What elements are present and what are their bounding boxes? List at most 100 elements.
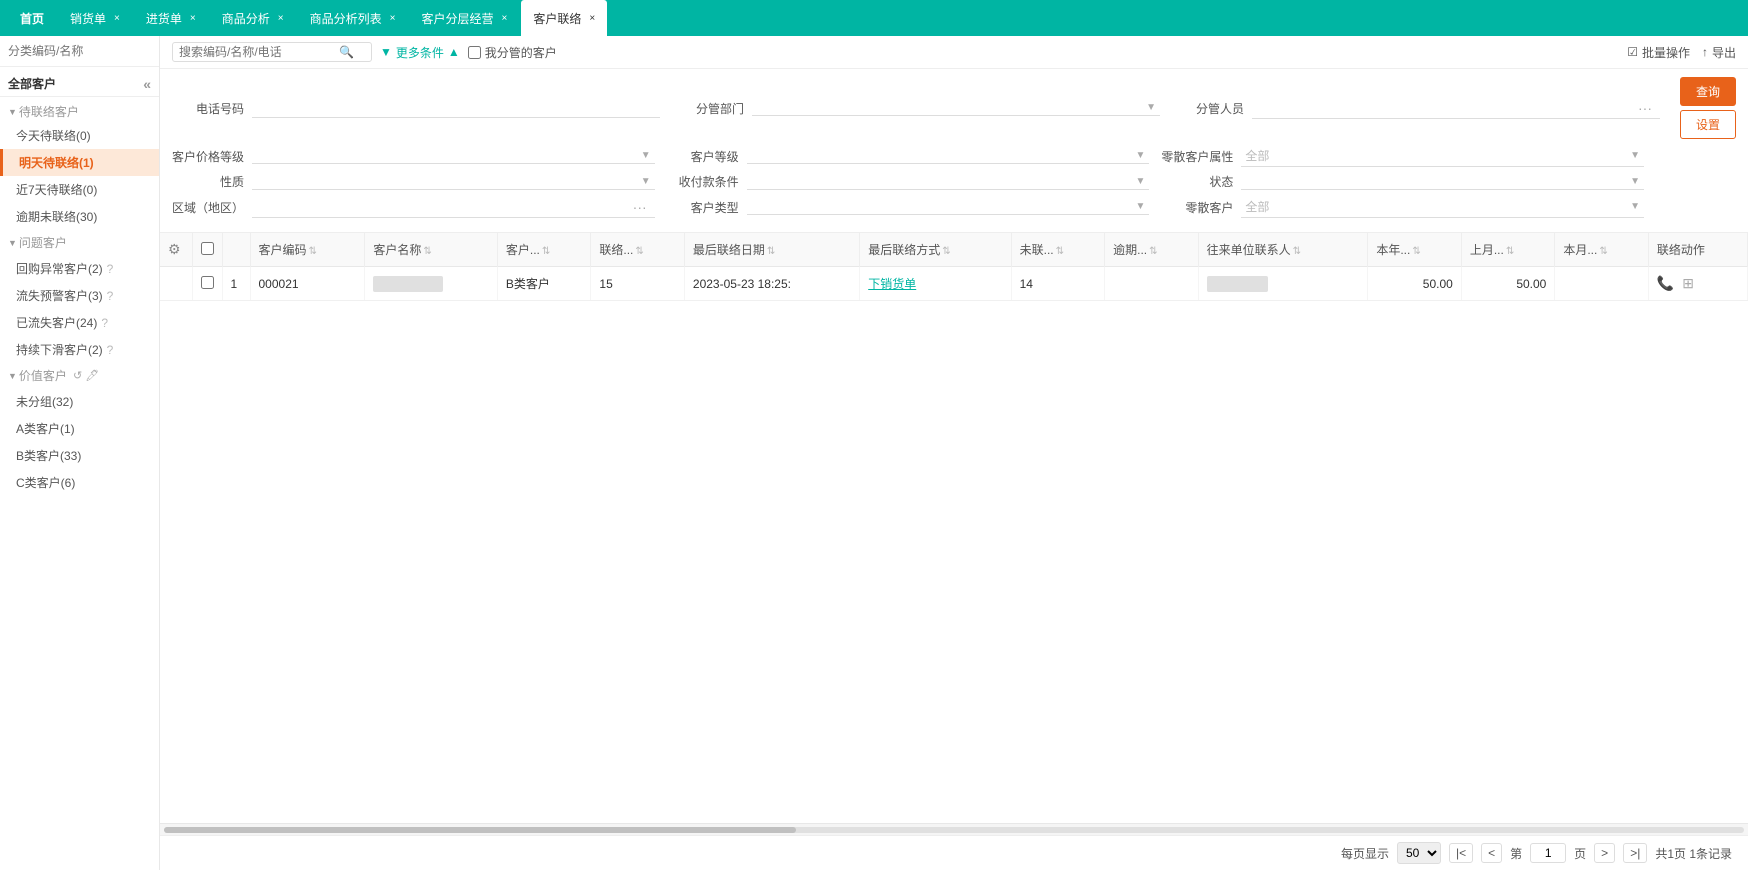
scrollbar-track[interactable] (164, 827, 1744, 833)
td-unit-contact: ███ (1198, 267, 1368, 301)
nav-product-analysis-list[interactable]: 商品分析列表 × (298, 0, 408, 36)
close-customer-contact-icon[interactable]: × (589, 13, 595, 24)
phone-field: 电话号码 (172, 99, 660, 118)
person-select[interactable]: ··· (1252, 98, 1660, 119)
page-input[interactable] (1530, 843, 1566, 863)
payment-select[interactable]: ▼ (747, 174, 1150, 190)
close-product-analysis-list-icon[interactable]: × (390, 13, 396, 24)
person-dots-icon[interactable]: ··· (1634, 100, 1656, 116)
horizontal-scrollbar[interactable] (160, 823, 1748, 835)
close-product-analysis-icon[interactable]: × (278, 13, 284, 24)
close-sales-order-icon[interactable]: × (114, 13, 120, 24)
th-customer-code[interactable]: 客户编码⇅ (250, 233, 365, 267)
per-page-select[interactable]: 50 (1397, 842, 1441, 864)
scrollbar-thumb[interactable] (164, 827, 796, 833)
my-customers-checkbox[interactable] (468, 46, 481, 59)
nav-purchase-order[interactable]: 进货单 × (134, 0, 208, 36)
nav-product-analysis[interactable]: 商品分析 × (210, 0, 296, 36)
sidebar-item-class-b[interactable]: B类客户(33) (0, 442, 159, 469)
value-level-chevron-icon: ▼ (641, 150, 651, 161)
th-unit-contact[interactable]: 往来单位联系人⇅ (1198, 233, 1368, 267)
footer: 每页显示 50 |< < 第 页 > >| 共1页 1条记录 (160, 835, 1748, 870)
nav-home[interactable]: 首页 (8, 0, 56, 36)
sort-unit-contact-icon: ⇅ (1293, 246, 1301, 257)
batch-ops-btn[interactable]: ☑ 批量操作 (1627, 44, 1690, 61)
td-index: 1 (222, 267, 250, 301)
th-last-contact-date[interactable]: 最后联络日期⇅ (684, 233, 859, 267)
all-customers-label: 全部客户 (8, 75, 56, 92)
nav-customer-contact[interactable]: 客户联络 × (521, 0, 607, 36)
sidebar-item-7days-pending[interactable]: 近7天待联络(0) (0, 176, 159, 203)
retail-customer-select[interactable]: 全部 ▼ (1241, 196, 1644, 218)
grid-action-icon[interactable]: ⊞ (1682, 275, 1694, 292)
phone-action-icon[interactable]: 📞 (1657, 275, 1674, 292)
sort-overdue-icon: ⇅ (1149, 246, 1157, 257)
sidebar-item-today-pending[interactable]: 今天待联络(0) (0, 122, 159, 149)
sidebar-search-input[interactable] (8, 44, 160, 58)
last-page-btn[interactable]: >| (1623, 843, 1647, 863)
sidebar-item-class-a[interactable]: A类客户(1) (0, 415, 159, 442)
nature-select[interactable]: ▼ (252, 174, 655, 190)
gear-icon[interactable]: ⚙ (168, 241, 181, 257)
th-no-contact[interactable]: 未联...⇅ (1011, 233, 1105, 267)
prev-page-btn[interactable]: < (1481, 843, 1502, 863)
sidebar-item-overdue[interactable]: 逾期未联络(30) (0, 203, 159, 230)
region-dots-icon[interactable]: ··· (629, 199, 651, 215)
th-last-contact-method[interactable]: 最后联络方式⇅ (860, 233, 1011, 267)
value-level-select[interactable]: ▼ (252, 148, 655, 164)
td-last-contact-method[interactable]: 下销货单 (860, 267, 1011, 301)
main-search-input[interactable] (179, 45, 339, 59)
query-button[interactable]: 查询 (1680, 77, 1736, 106)
status-select[interactable]: ▼ (1241, 174, 1644, 190)
nav-sales-order[interactable]: 销货单 × (58, 0, 132, 36)
th-last-month[interactable]: 上月...⇅ (1461, 233, 1555, 267)
content-area: 🔍 ▼ 更多条件 ▲ 我分管的客户 ☑ 批量操作 ↑ 导出 (160, 36, 1748, 870)
set-button[interactable]: 设置 (1680, 110, 1736, 139)
sidebar-item-churned[interactable]: 已流失客户(24) ? (0, 309, 159, 336)
close-purchase-order-icon[interactable]: × (190, 13, 196, 24)
main-search-icon[interactable]: 🔍 (339, 45, 354, 59)
th-contact-count[interactable]: 联络...⇅ (591, 233, 685, 267)
phone-input[interactable] (252, 99, 660, 118)
more-conditions-btn[interactable]: ▼ 更多条件 ▲ (380, 44, 460, 61)
last-contact-method-link[interactable]: 下销货单 (868, 277, 916, 291)
th-this-month[interactable]: 本月...⇅ (1555, 233, 1649, 267)
first-page-btn[interactable]: |< (1449, 843, 1473, 863)
th-customer-type[interactable]: 客户...⇅ (497, 233, 591, 267)
dept-select[interactable]: ▼ (752, 100, 1160, 116)
sidebar: 🔍 全部客户 « 待联络客户 今天待联络(0) 明天待联络(1) 近7天待联络(… (0, 36, 160, 870)
row-checkbox[interactable] (201, 276, 214, 289)
th-customer-name[interactable]: 客户名称⇅ (365, 233, 498, 267)
sidebar-item-churn-warning[interactable]: 流失预警客户(3) ? (0, 282, 159, 309)
th-this-year[interactable]: 本年...⇅ (1368, 233, 1462, 267)
region-select[interactable]: ··· (252, 197, 655, 218)
td-overdue (1105, 267, 1199, 301)
person-label: 分管人员 (1172, 100, 1252, 117)
nav-customer-segmentation[interactable]: 客户分层经营 × (409, 0, 519, 36)
retail-attr-field: 零散客户属性 全部 ▼ (1161, 145, 1644, 167)
sidebar-item-ungrouped[interactable]: 未分组(32) (0, 388, 159, 415)
filter-bar: 🔍 ▼ 更多条件 ▲ 我分管的客户 ☑ 批量操作 ↑ 导出 (160, 36, 1748, 69)
export-btn[interactable]: ↑ 导出 (1702, 44, 1736, 61)
dept-field: 分管部门 ▼ (672, 100, 1160, 117)
td-last-contact-date: 2023-05-23 18:25: (684, 267, 859, 301)
status-label: 状态 (1161, 173, 1241, 190)
th-overdue[interactable]: 逾期...⇅ (1105, 233, 1199, 267)
customer-level-select[interactable]: ▼ (747, 148, 1150, 164)
chevron-up-icon: ▲ (448, 45, 460, 59)
sidebar-item-class-c[interactable]: C类客户(6) (0, 469, 159, 496)
th-gear[interactable]: ⚙ (160, 233, 192, 267)
sidebar-item-tomorrow-pending[interactable]: 明天待联络(1) (0, 149, 159, 176)
close-customer-segmentation-icon[interactable]: × (501, 13, 507, 24)
sidebar-item-declining[interactable]: 持续下滑客户(2) ? (0, 336, 159, 363)
select-all-checkbox[interactable] (201, 242, 214, 255)
sort-last-month-icon: ⇅ (1506, 246, 1514, 257)
filter-row-1: 电话号码 分管部门 ▼ 分管人员 ··· (172, 77, 1736, 139)
sidebar-collapse-icon[interactable]: « (143, 76, 151, 92)
nature-field: 性质 ▼ (172, 173, 655, 190)
pending-contact-group-title: 待联络客户 (0, 97, 159, 122)
sidebar-item-repurchase-anomaly[interactable]: 回购异常客户(2) ? (0, 255, 159, 282)
next-page-btn[interactable]: > (1594, 843, 1615, 863)
customer-type-select[interactable]: ▼ (747, 199, 1150, 215)
retail-attr-select[interactable]: 全部 ▼ (1241, 145, 1644, 167)
